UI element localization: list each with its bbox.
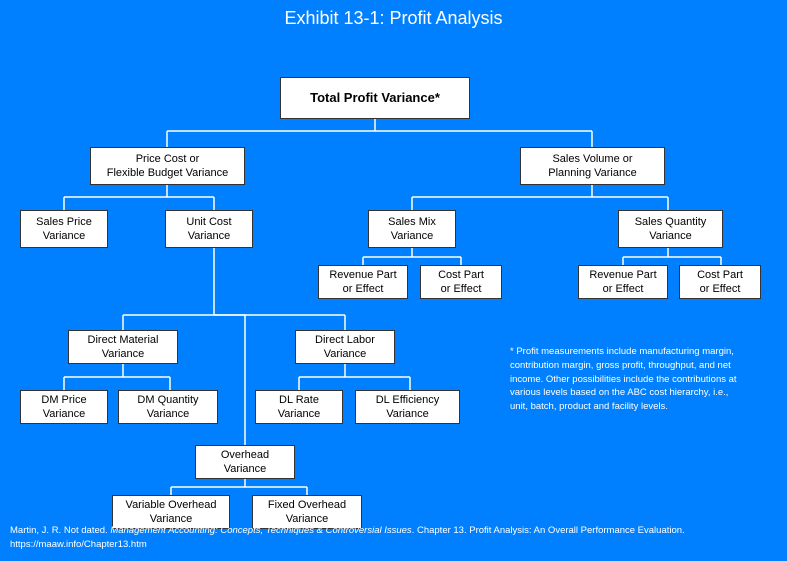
rev-part-effect-2-box: Revenue Partor Effect xyxy=(578,265,668,299)
dm-price-box: DM PriceVariance xyxy=(20,390,108,424)
total-profit-box: Total Profit Variance* xyxy=(280,77,470,119)
dl-rate-box: DL RateVariance xyxy=(255,390,343,424)
unit-cost-box: Unit CostVariance xyxy=(165,210,253,248)
cost-part-effect-2-box: Cost Partor Effect xyxy=(679,265,761,299)
sales-price-box: Sales PriceVariance xyxy=(20,210,108,248)
direct-labor-box: Direct LaborVariance xyxy=(295,330,395,364)
direct-material-box: Direct MaterialVariance xyxy=(68,330,178,364)
dm-quantity-box: DM QuantityVariance xyxy=(118,390,218,424)
rev-part-effect-1-box: Revenue Partor Effect xyxy=(318,265,408,299)
page-title: Exhibit 13-1: Profit Analysis xyxy=(0,0,787,33)
citation: Martin, J. R. Not dated. Management Acco… xyxy=(10,524,777,551)
dl-efficiency-box: DL EfficiencyVariance xyxy=(355,390,460,424)
price-cost-box: Price Cost orFlexible Budget Variance xyxy=(90,147,245,185)
sales-quantity-box: Sales QuantityVariance xyxy=(618,210,723,248)
overhead-box: OverheadVariance xyxy=(195,445,295,479)
sales-mix-box: Sales MixVariance xyxy=(368,210,456,248)
footnote-note: * Profit measurements include manufactur… xyxy=(510,345,740,414)
cost-part-effect-1-box: Cost Partor Effect xyxy=(420,265,502,299)
sales-volume-box: Sales Volume orPlanning Variance xyxy=(520,147,665,185)
